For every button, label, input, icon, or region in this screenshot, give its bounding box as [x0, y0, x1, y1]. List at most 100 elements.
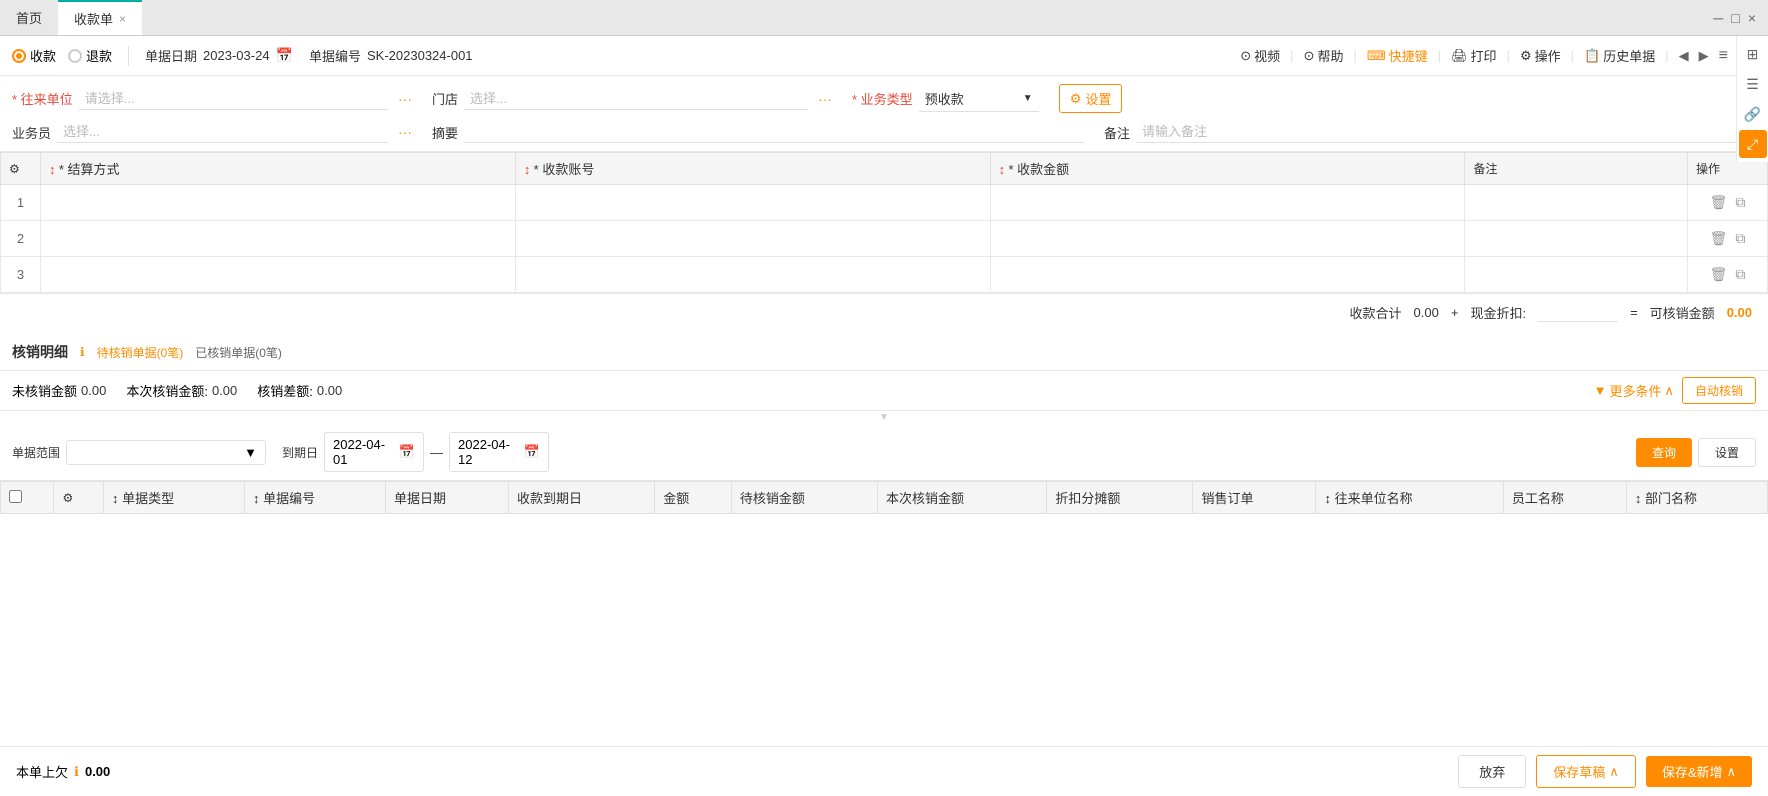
row-1-settlement[interactable]	[41, 185, 516, 221]
business-type-value: 预收款	[925, 89, 964, 108]
print-btn[interactable]: 🖨 打印	[1451, 46, 1497, 65]
diff-value: 0.00	[317, 383, 342, 398]
footer: 本单上欠 ℹ 0.00 放弃 保存草稿 ∧ 保存&新增 ∧	[0, 746, 1768, 796]
tab-receipt[interactable]: 收款单 ×	[58, 0, 142, 35]
date-calendar-icon[interactable]: 📅	[276, 47, 293, 64]
salesperson-input[interactable]	[57, 121, 388, 143]
sidebar-attachment-icon[interactable]: 🔗	[1739, 100, 1767, 128]
col-checkbox-header[interactable]	[1, 482, 54, 514]
save-new-label: 保存&新增	[1662, 762, 1723, 781]
remarks-label: 备注	[1104, 123, 1130, 142]
select-all-checkbox[interactable]	[9, 490, 22, 503]
row-2-delete-icon[interactable]: 🗑	[1710, 230, 1728, 247]
auto-hexiao-button[interactable]: 自动核销	[1682, 377, 1756, 404]
range-chevron: ▼	[244, 445, 257, 460]
save-draft-button[interactable]: 保存草稿 ∧	[1536, 755, 1636, 788]
help-btn[interactable]: ⊙ 帮助	[1304, 46, 1344, 65]
abandon-button[interactable]: 放弃	[1458, 755, 1526, 788]
filter-settings-button[interactable]: 设置	[1698, 438, 1756, 467]
row-3-remarks[interactable]	[1465, 257, 1688, 293]
bottom-table: ⚙ ↕ 单据类型 ↕ 单据编号 单据日期 收款到期日	[0, 481, 1768, 514]
nav-next-icon[interactable]: ▶	[1699, 48, 1709, 64]
row-1-amount[interactable]	[990, 185, 1465, 221]
row-1-delete-icon[interactable]: 🗑	[1710, 194, 1728, 211]
video-icon: ⊙	[1240, 48, 1251, 64]
row-1-remarks[interactable]	[1465, 185, 1688, 221]
row-2-remarks[interactable]	[1465, 221, 1688, 257]
shortcut-icon: ⌨	[1367, 48, 1386, 64]
hexiao-completed-tab[interactable]: 已核销单据(0笔)	[195, 344, 282, 361]
sidebar-table-icon[interactable]: ⊞	[1739, 40, 1767, 68]
available-value: 0.00	[1727, 305, 1752, 320]
tab-close-icon[interactable]: ×	[119, 12, 126, 26]
store-input[interactable]	[464, 88, 808, 110]
row-3-settlement[interactable]	[41, 257, 516, 293]
row-3-amount[interactable]	[990, 257, 1465, 293]
sidebar-list-icon[interactable]: ☰	[1739, 70, 1767, 98]
form-row-1: 往来单位 ··· 门店 ··· 业务类型 预收款 ▼ ⚙ 设置	[12, 84, 1756, 113]
row-3-copy-icon[interactable]: ⧉	[1735, 266, 1745, 283]
tab-home[interactable]: 首页	[0, 0, 58, 35]
table-gear-header[interactable]: ⚙	[1, 153, 41, 185]
hexiao-pending-tab[interactable]: 待核销单据(0笔)	[97, 344, 184, 361]
discount-input[interactable]	[1538, 302, 1618, 322]
nav-prev-icon[interactable]: ◀	[1679, 48, 1689, 64]
total-label: 收款合计	[1350, 303, 1402, 322]
history-icon: 📋	[1584, 48, 1600, 64]
shortcut-label: 快捷键	[1389, 46, 1428, 65]
video-btn[interactable]: ⊙ 视频	[1240, 46, 1280, 65]
layout-list-icon[interactable]: ≡	[1719, 47, 1728, 65]
row-1-copy-icon[interactable]: ⧉	[1735, 194, 1745, 211]
unchecked-stat: 未核销金额 0.00	[12, 381, 106, 400]
col-due-date: 收款到期日	[509, 482, 655, 514]
minimize-icon[interactable]: ─	[1713, 10, 1723, 26]
summary-input[interactable]	[464, 121, 1084, 143]
row-3-delete-icon[interactable]: 🗑	[1710, 266, 1728, 283]
row-1-actions: 🗑 ⧉	[1688, 185, 1768, 221]
number-value: SK-20230324-001	[367, 48, 473, 63]
close-window-icon[interactable]: ×	[1748, 10, 1756, 26]
row-2-copy-icon[interactable]: ⧉	[1735, 230, 1745, 247]
row-2-amount[interactable]	[990, 221, 1465, 257]
history-btn[interactable]: 📋 历史单据	[1584, 46, 1655, 65]
current-value: 0.00	[212, 383, 237, 398]
settings-button[interactable]: ⚙ 设置	[1059, 84, 1123, 113]
row-1-account[interactable]	[515, 185, 990, 221]
counterparty-input[interactable]	[79, 88, 388, 110]
query-button[interactable]: 查询	[1636, 438, 1692, 467]
store-more-icon[interactable]: ···	[818, 91, 832, 107]
summary-label: 摘要	[432, 123, 458, 142]
date-to-input[interactable]: 2022-04-12 📅	[449, 432, 549, 472]
col-amount: ↕ * 收款金额	[990, 153, 1465, 185]
filter-buttons: 查询 设置	[1636, 438, 1756, 467]
business-type-select[interactable]: 预收款 ▼	[919, 86, 1039, 112]
date-separator: —	[430, 445, 443, 460]
chevron-up-icon: ∧	[1664, 383, 1674, 399]
row-2-settlement[interactable]	[41, 221, 516, 257]
form-row-2: 业务员 ··· 摘要 备注	[12, 121, 1756, 143]
maximize-icon[interactable]: □	[1731, 10, 1739, 26]
bottom-gear-header[interactable]: ⚙	[54, 482, 103, 514]
operations-btn[interactable]: ⚙ 操作	[1520, 46, 1561, 65]
date-from-value: 2022-04-01	[333, 437, 399, 467]
collapse-indicator: ▼	[0, 411, 1768, 424]
sidebar-expand-icon[interactable]: ⤢	[1739, 130, 1767, 158]
save-new-button[interactable]: 保存&新增 ∧	[1646, 756, 1752, 787]
counterparty-more-icon[interactable]: ···	[398, 91, 412, 107]
balance-info-icon[interactable]: ℹ	[74, 764, 79, 780]
radio-refund[interactable]: 退款	[68, 46, 112, 65]
col-doc-num: ↕ 单据编号	[244, 482, 385, 514]
range-select[interactable]: ▼	[66, 440, 266, 465]
operations-icon: ⚙	[1520, 48, 1532, 64]
history-label: 历史单据	[1603, 46, 1655, 65]
remarks-input[interactable]	[1136, 121, 1756, 143]
row-2-account[interactable]	[515, 221, 990, 257]
date-from-input[interactable]: 2022-04-01 📅	[324, 432, 424, 472]
radio-receipt[interactable]: 收款	[12, 46, 56, 65]
row-3-account[interactable]	[515, 257, 990, 293]
more-conditions-btn[interactable]: ▼ 更多条件 ∧	[1594, 381, 1674, 400]
salesperson-more-icon[interactable]: ···	[398, 124, 412, 140]
hexiao-info-icon[interactable]: ℹ	[80, 345, 85, 359]
balance-value: 0.00	[85, 764, 110, 779]
shortcut-btn[interactable]: ⌨ 快捷键	[1367, 46, 1428, 65]
